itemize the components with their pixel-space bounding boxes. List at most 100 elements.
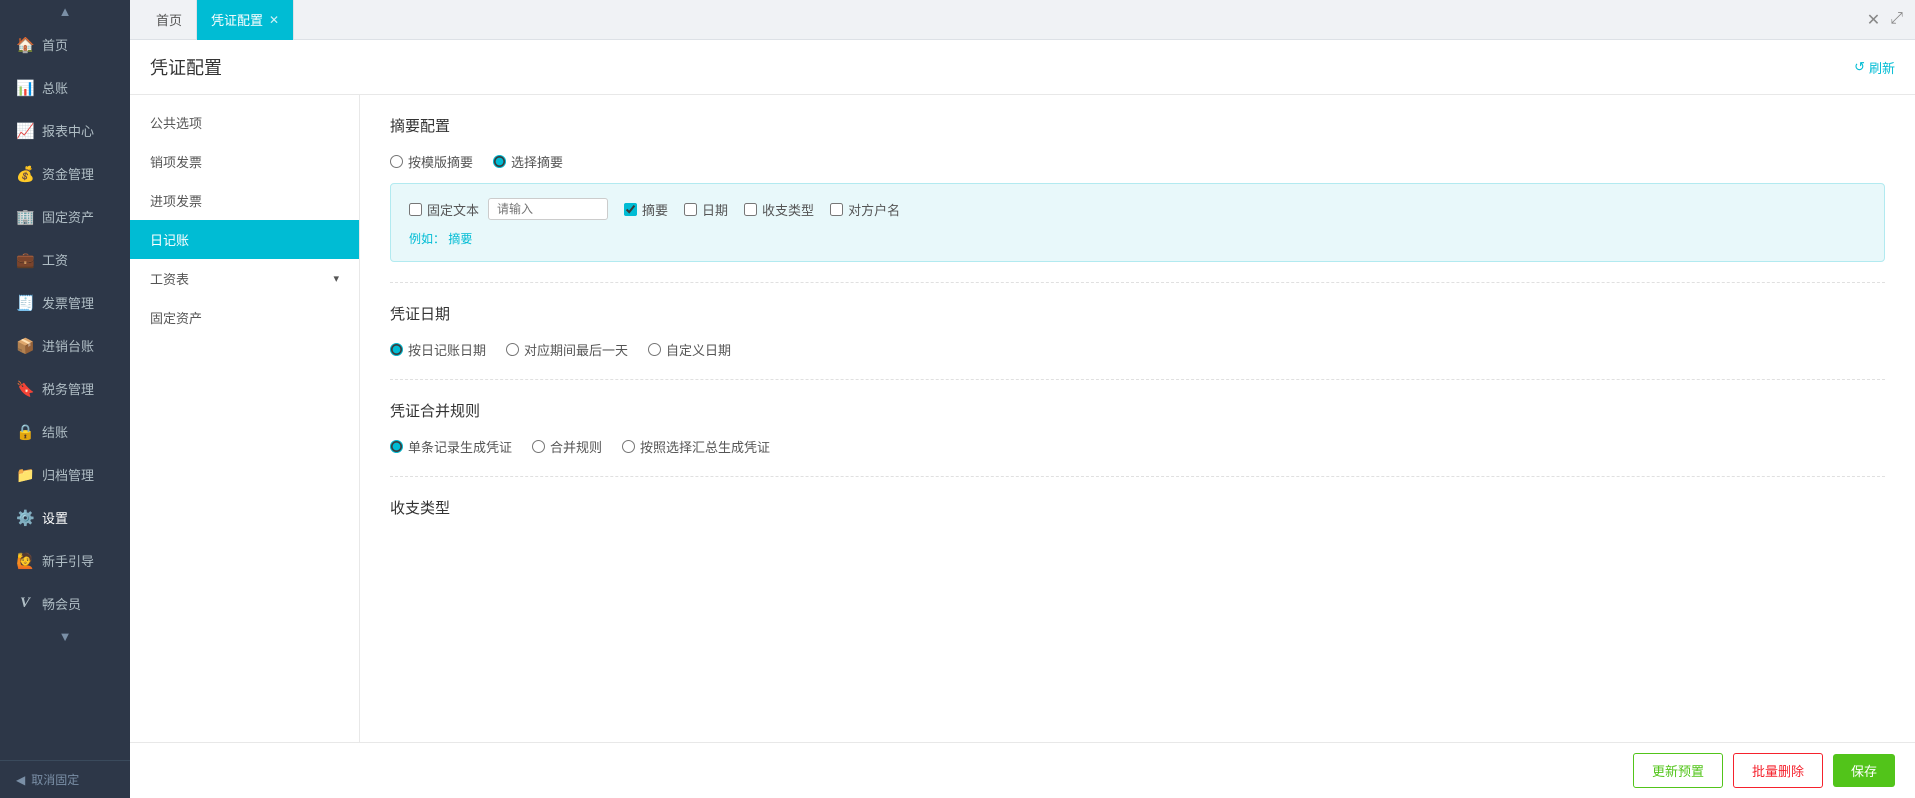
sidebar-item-close[interactable]: 🔒 结账 xyxy=(0,410,130,453)
checkbox-fixed-text[interactable]: 固定文本 xyxy=(409,198,608,220)
sidebar-item-member[interactable]: V 畅会员 xyxy=(0,582,130,625)
summary-radio-template-input[interactable] xyxy=(390,155,403,168)
bottom-bar: 更新预置 批量删除 保存 xyxy=(130,742,1915,798)
save-button[interactable]: 保存 xyxy=(1833,754,1895,787)
sidebar-item-purchase[interactable]: 📦 进销台账 xyxy=(0,324,130,367)
date-radio-account-input[interactable] xyxy=(390,343,403,356)
sidebar-item-label: 设置 xyxy=(42,508,68,527)
left-nav-diary[interactable]: 日记账 xyxy=(130,220,359,259)
summary-radio-select-input[interactable] xyxy=(493,155,506,168)
summary-radio-template[interactable]: 按模版摘要 xyxy=(390,152,473,171)
tab-close-button[interactable]: ✕ xyxy=(269,13,279,27)
refresh-button[interactable]: ↺ 刷新 xyxy=(1854,58,1895,77)
member-icon: V xyxy=(16,595,34,612)
sidebar-item-report[interactable]: 📈 报表中心 xyxy=(0,109,130,152)
sidebar-item-archive[interactable]: 📁 归档管理 xyxy=(0,453,130,496)
checkbox-counterparty[interactable]: 对方户名 xyxy=(830,200,900,219)
checkbox-abstract-input[interactable] xyxy=(624,203,637,216)
tab-bar: 首页 凭证配置 ✕ ✕ ⤢ xyxy=(130,0,1915,40)
income-type-section-title: 收支类型 xyxy=(390,497,1885,518)
left-nav-payroll[interactable]: 工资表 ▾ xyxy=(130,259,359,298)
purchase-icon: 📦 xyxy=(16,337,34,355)
sidebar-scroll-up[interactable]: ▲ xyxy=(0,0,130,23)
sidebar-item-invoice[interactable]: 🧾 发票管理 xyxy=(0,281,130,324)
sidebar-item-label: 归档管理 xyxy=(42,465,94,484)
date-radio-custom[interactable]: 自定义日期 xyxy=(648,340,731,359)
checkbox-counterparty-input[interactable] xyxy=(830,203,843,216)
home-icon: 🏠 xyxy=(16,36,34,54)
sidebar-cancel-pin[interactable]: ◀ 取消固定 xyxy=(0,760,130,798)
merge-section: 凭证合并规则 单条记录生成凭证 合并规则 按照选择汇总生成凭证 xyxy=(390,400,1885,477)
sidebar-item-label: 工资 xyxy=(42,250,68,269)
sidebar-item-label: 结账 xyxy=(42,422,68,441)
payroll-icon: 💼 xyxy=(16,251,34,269)
sidebar-item-label: 总账 xyxy=(42,78,68,97)
fixed-text-input[interactable] xyxy=(488,198,608,220)
sidebar-item-funds[interactable]: 💰 资金管理 xyxy=(0,152,130,195)
archive-icon: 📁 xyxy=(16,466,34,484)
date-radio-custom-input[interactable] xyxy=(648,343,661,356)
batch-delete-button[interactable]: 批量删除 xyxy=(1733,753,1823,788)
summary-box: 固定文本 摘要 日期 xyxy=(390,183,1885,262)
date-radio-last[interactable]: 对应期间最后一天 xyxy=(506,340,628,359)
date-radio-account[interactable]: 按日记账日期 xyxy=(390,340,486,359)
merge-radio-rule-input[interactable] xyxy=(532,440,545,453)
window-close-button[interactable]: ✕ xyxy=(1867,10,1880,30)
checkbox-abstract[interactable]: 摘要 xyxy=(624,200,668,219)
summary-section-title: 摘要配置 xyxy=(390,115,1885,136)
tab-home[interactable]: 首页 xyxy=(142,0,197,40)
merge-radio-rule[interactable]: 合并规则 xyxy=(532,437,602,456)
left-nav-assets[interactable]: 固定资产 xyxy=(130,298,359,337)
checkbox-fixed-text-input[interactable] xyxy=(409,203,422,216)
body-layout: 公共选项 销项发票 进项发票 日记账 工资表 ▾ 固定资产 xyxy=(130,95,1915,742)
summary-section: 摘要配置 按模版摘要 选择摘要 xyxy=(390,115,1885,283)
sidebar-item-assets[interactable]: 🏢 固定资产 xyxy=(0,195,130,238)
window-controls: ✕ ⤢ xyxy=(1867,10,1903,30)
content-wrapper: 凭证配置 ↺ 刷新 公共选项 销项发票 进项发票 日记账 xyxy=(130,40,1915,798)
merge-radio-single[interactable]: 单条记录生成凭证 xyxy=(390,437,512,456)
right-content: 摘要配置 按模版摘要 选择摘要 xyxy=(360,95,1915,742)
sidebar-item-label: 报表中心 xyxy=(42,121,94,140)
sidebar-item-label: 进销台账 xyxy=(42,336,94,355)
sidebar-item-ledger[interactable]: 📊 总账 xyxy=(0,66,130,109)
sidebar-item-label: 资金管理 xyxy=(42,164,94,183)
sidebar-item-guide[interactable]: 🙋 新手引导 xyxy=(0,539,130,582)
sidebar-item-payroll[interactable]: 💼 工资 xyxy=(0,238,130,281)
ledger-icon: 📊 xyxy=(16,79,34,97)
sidebar-item-label: 首页 xyxy=(42,35,68,54)
merge-radio-by-selection[interactable]: 按照选择汇总生成凭证 xyxy=(622,437,770,456)
checkbox-income-type-input[interactable] xyxy=(744,203,757,216)
report-icon: 📈 xyxy=(16,122,34,140)
left-nav-purchase[interactable]: 进项发票 xyxy=(130,181,359,220)
left-nav-public[interactable]: 公共选项 xyxy=(130,103,359,142)
checkbox-date-input[interactable] xyxy=(684,203,697,216)
summary-radio-select[interactable]: 选择摘要 xyxy=(493,152,563,171)
income-type-section: 收支类型 xyxy=(390,497,1885,554)
date-section-title: 凭证日期 xyxy=(390,303,1885,324)
summary-checkbox-row: 固定文本 摘要 日期 xyxy=(409,198,1866,220)
checkbox-date[interactable]: 日期 xyxy=(684,200,728,219)
main-area: 首页 凭证配置 ✕ ✕ ⤢ 凭证配置 ↺ 刷新 公共选项 xyxy=(130,0,1915,798)
sidebar-item-home[interactable]: 🏠 首页 xyxy=(0,23,130,66)
merge-radio-by-selection-input[interactable] xyxy=(622,440,635,453)
left-nav: 公共选项 销项发票 进项发票 日记账 工资表 ▾ 固定资产 xyxy=(130,95,360,742)
sidebar-scroll-down[interactable]: ▼ xyxy=(0,625,130,648)
update-preview-button[interactable]: 更新预置 xyxy=(1633,753,1723,788)
tax-icon: 🔖 xyxy=(16,380,34,398)
sidebar-item-label: 新手引导 xyxy=(42,551,94,570)
merge-radio-single-input[interactable] xyxy=(390,440,403,453)
window-expand-button[interactable]: ⤢ xyxy=(1890,10,1903,30)
left-nav-sales[interactable]: 销项发票 xyxy=(130,142,359,181)
assets-icon: 🏢 xyxy=(16,208,34,226)
sidebar-item-tax[interactable]: 🔖 税务管理 xyxy=(0,367,130,410)
guide-icon: 🙋 xyxy=(16,552,34,570)
settings-icon: ⚙️ xyxy=(16,509,34,527)
tab-voucher-label: 凭证配置 xyxy=(211,10,263,29)
tab-home-label: 首页 xyxy=(156,10,182,29)
sidebar-item-label: 税务管理 xyxy=(42,379,94,398)
tab-voucher[interactable]: 凭证配置 ✕ xyxy=(197,0,294,40)
checkbox-income-type[interactable]: 收支类型 xyxy=(744,200,814,219)
sidebar-item-settings[interactable]: ⚙️ 设置 xyxy=(0,496,130,539)
date-radio-group: 按日记账日期 对应期间最后一天 自定义日期 xyxy=(390,340,1885,359)
date-radio-last-input[interactable] xyxy=(506,343,519,356)
